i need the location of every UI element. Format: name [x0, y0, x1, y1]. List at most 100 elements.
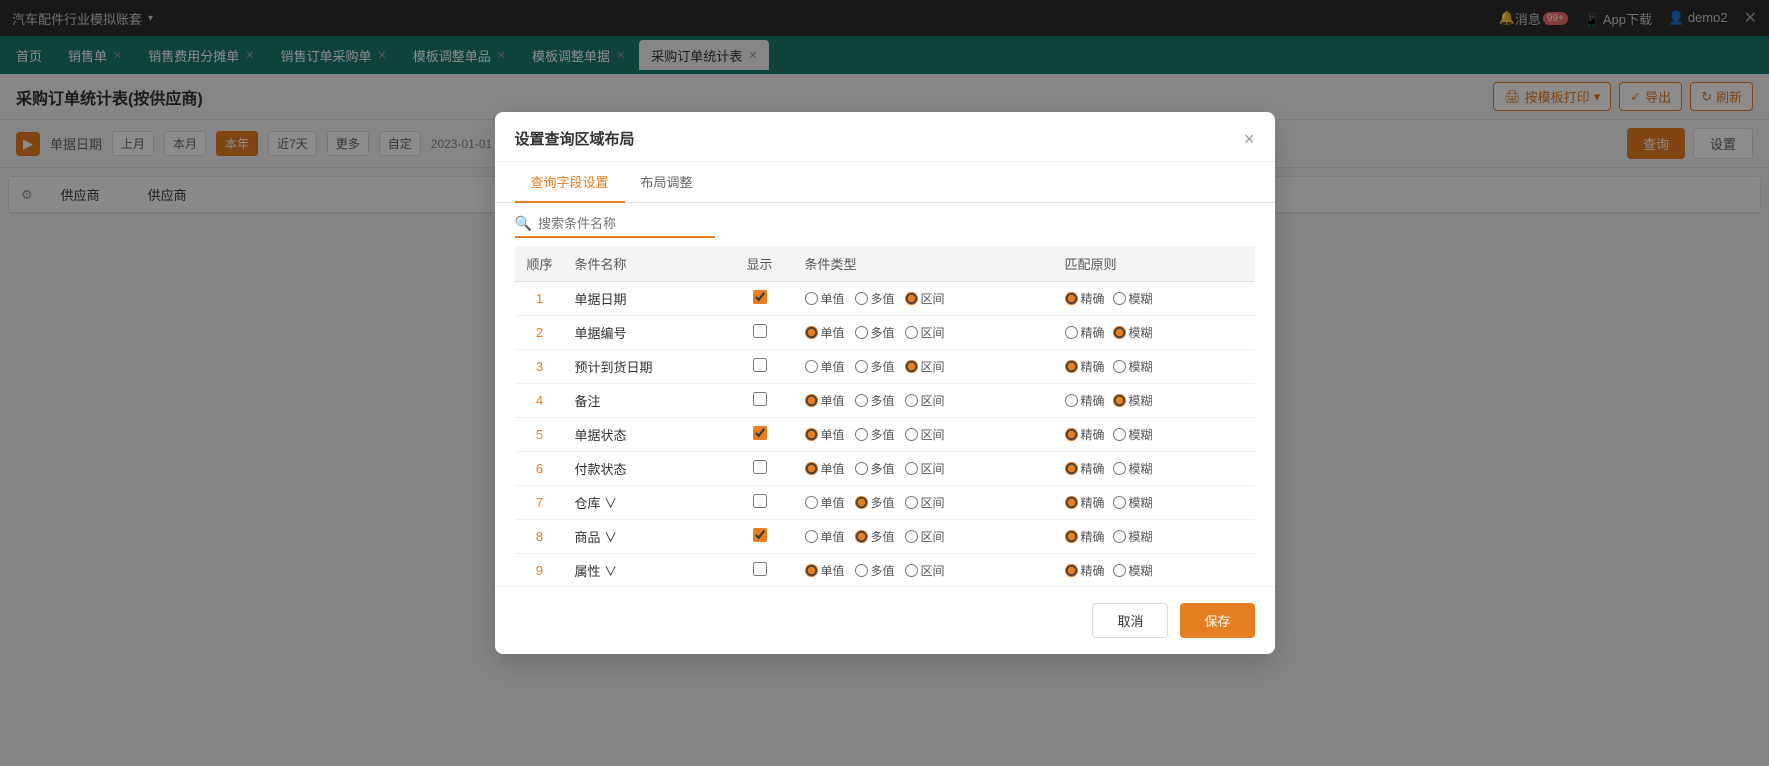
- match-radio-label[interactable]: 精确: [1065, 494, 1105, 511]
- type-radio-input[interactable]: [855, 530, 868, 543]
- display-checkbox[interactable]: [753, 290, 767, 304]
- type-radio-input[interactable]: [905, 394, 918, 407]
- type-radio-label[interactable]: 单值: [805, 528, 845, 545]
- type-radio-label[interactable]: 区间: [905, 290, 945, 307]
- type-radio-label[interactable]: 多值: [855, 528, 895, 545]
- match-radio-input[interactable]: [1065, 564, 1078, 577]
- display-checkbox[interactable]: [753, 528, 767, 542]
- save-button[interactable]: 保存: [1180, 603, 1254, 638]
- type-radio-input[interactable]: [855, 360, 868, 373]
- match-radio-label[interactable]: 模糊: [1113, 358, 1153, 375]
- type-radio-label[interactable]: 区间: [905, 392, 945, 409]
- type-radio-input[interactable]: [805, 292, 818, 305]
- match-radio-label[interactable]: 模糊: [1113, 290, 1153, 307]
- match-radio-input[interactable]: [1065, 462, 1078, 475]
- type-radio-input[interactable]: [905, 360, 918, 373]
- display-checkbox[interactable]: [753, 358, 767, 372]
- match-radio-input[interactable]: [1113, 564, 1126, 577]
- type-radio-label[interactable]: 单值: [805, 562, 845, 579]
- type-radio-label[interactable]: 单值: [805, 392, 845, 409]
- match-radio-label[interactable]: 模糊: [1113, 562, 1153, 579]
- type-radio-label[interactable]: 多值: [855, 324, 895, 341]
- type-radio-label[interactable]: 单值: [805, 494, 845, 511]
- type-radio-input[interactable]: [905, 496, 918, 509]
- match-radio-input[interactable]: [1065, 428, 1078, 441]
- match-radio-label[interactable]: 精确: [1065, 562, 1105, 579]
- match-radio-label[interactable]: 模糊: [1113, 324, 1153, 341]
- type-radio-label[interactable]: 多值: [855, 358, 895, 375]
- type-radio-label[interactable]: 多值: [855, 426, 895, 443]
- display-checkbox[interactable]: [753, 460, 767, 474]
- type-radio-label[interactable]: 区间: [905, 460, 945, 477]
- type-radio-input[interactable]: [855, 462, 868, 475]
- tab-query-field-settings[interactable]: 查询字段设置: [515, 162, 625, 203]
- display-checkbox[interactable]: [753, 494, 767, 508]
- cancel-button[interactable]: 取消: [1092, 603, 1168, 638]
- match-radio-label[interactable]: 精确: [1065, 426, 1105, 443]
- type-radio-input[interactable]: [905, 530, 918, 543]
- type-radio-input[interactable]: [805, 428, 818, 441]
- display-checkbox[interactable]: [753, 562, 767, 576]
- match-radio-input[interactable]: [1113, 530, 1126, 543]
- match-radio-label[interactable]: 模糊: [1113, 426, 1153, 443]
- type-radio-label[interactable]: 区间: [905, 494, 945, 511]
- match-radio-input[interactable]: [1065, 530, 1078, 543]
- display-checkbox[interactable]: [753, 392, 767, 406]
- type-radio-label[interactable]: 区间: [905, 426, 945, 443]
- type-radio-input[interactable]: [805, 496, 818, 509]
- tab-layout-adjust[interactable]: 布局调整: [625, 162, 709, 203]
- match-radio-label[interactable]: 精确: [1065, 460, 1105, 477]
- match-radio-input[interactable]: [1113, 462, 1126, 475]
- match-radio-label[interactable]: 模糊: [1113, 392, 1153, 409]
- type-radio-input[interactable]: [905, 428, 918, 441]
- type-radio-input[interactable]: [905, 564, 918, 577]
- type-radio-label[interactable]: 区间: [905, 562, 945, 579]
- match-radio-input[interactable]: [1065, 360, 1078, 373]
- match-radio-input[interactable]: [1113, 394, 1126, 407]
- type-radio-label[interactable]: 多值: [855, 290, 895, 307]
- type-radio-input[interactable]: [805, 462, 818, 475]
- type-radio-label[interactable]: 多值: [855, 562, 895, 579]
- search-input[interactable]: [538, 216, 698, 231]
- type-radio-input[interactable]: [905, 462, 918, 475]
- type-radio-input[interactable]: [805, 394, 818, 407]
- type-radio-input[interactable]: [855, 292, 868, 305]
- match-radio-input[interactable]: [1113, 326, 1126, 339]
- type-radio-input[interactable]: [855, 394, 868, 407]
- type-radio-input[interactable]: [805, 530, 818, 543]
- match-radio-input[interactable]: [1113, 360, 1126, 373]
- type-radio-input[interactable]: [905, 292, 918, 305]
- display-checkbox[interactable]: [753, 324, 767, 338]
- match-radio-label[interactable]: 精确: [1065, 358, 1105, 375]
- match-radio-input[interactable]: [1113, 292, 1126, 305]
- type-radio-label[interactable]: 多值: [855, 494, 895, 511]
- match-radio-label[interactable]: 模糊: [1113, 528, 1153, 545]
- match-radio-input[interactable]: [1065, 496, 1078, 509]
- type-radio-label[interactable]: 单值: [805, 460, 845, 477]
- type-radio-input[interactable]: [905, 326, 918, 339]
- match-radio-input[interactable]: [1065, 394, 1078, 407]
- type-radio-input[interactable]: [855, 496, 868, 509]
- modal-close-button[interactable]: ×: [1244, 130, 1255, 148]
- type-radio-label[interactable]: 区间: [905, 528, 945, 545]
- type-radio-label[interactable]: 单值: [805, 358, 845, 375]
- type-radio-label[interactable]: 单值: [805, 426, 845, 443]
- type-radio-label[interactable]: 区间: [905, 324, 945, 341]
- match-radio-input[interactable]: [1113, 428, 1126, 441]
- type-radio-input[interactable]: [855, 564, 868, 577]
- match-radio-label[interactable]: 模糊: [1113, 494, 1153, 511]
- display-checkbox[interactable]: [753, 426, 767, 440]
- type-radio-label[interactable]: 单值: [805, 324, 845, 341]
- type-radio-label[interactable]: 单值: [805, 290, 845, 307]
- type-radio-input[interactable]: [805, 360, 818, 373]
- match-radio-label[interactable]: 精确: [1065, 528, 1105, 545]
- type-radio-input[interactable]: [855, 428, 868, 441]
- type-radio-label[interactable]: 多值: [855, 460, 895, 477]
- match-radio-input[interactable]: [1113, 496, 1126, 509]
- type-radio-input[interactable]: [805, 326, 818, 339]
- type-radio-input[interactable]: [805, 564, 818, 577]
- match-radio-label[interactable]: 模糊: [1113, 460, 1153, 477]
- match-radio-input[interactable]: [1065, 292, 1078, 305]
- type-radio-input[interactable]: [855, 326, 868, 339]
- match-radio-input[interactable]: [1065, 326, 1078, 339]
